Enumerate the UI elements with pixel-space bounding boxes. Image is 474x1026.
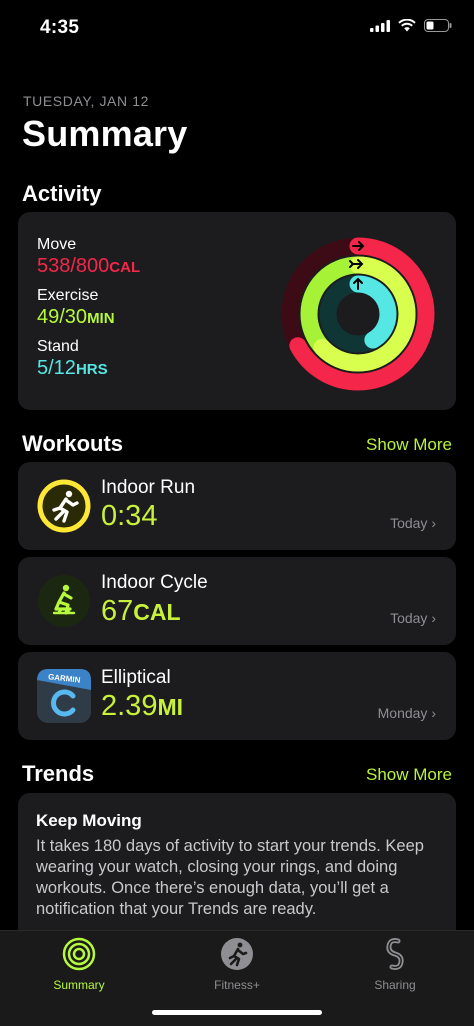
cellular-signal-icon xyxy=(370,19,390,32)
tab-fitness-plus[interactable]: Fitness+ xyxy=(182,937,292,992)
workout-value: 0:34 xyxy=(101,500,158,532)
workout-day: Monday › xyxy=(377,705,436,721)
trends-card-title: Keep Moving xyxy=(36,811,142,830)
tab-label: Sharing xyxy=(374,978,416,992)
chevron-right-icon: › xyxy=(431,610,436,626)
home-indicator[interactable] xyxy=(152,1010,322,1015)
tab-sharing[interactable]: Sharing xyxy=(340,937,450,992)
workouts-section-title: Workouts xyxy=(22,431,124,456)
workout-name: Indoor Run xyxy=(101,477,196,498)
page-title: Summary xyxy=(22,113,188,154)
activity-rings xyxy=(281,237,435,391)
trends-show-more-link[interactable]: Show More xyxy=(366,765,452,785)
workout-card-indoor-cycle[interactable]: Indoor Cycle 67CAL Today › xyxy=(18,557,456,645)
summary-rings-icon xyxy=(62,937,96,971)
fitness-plus-runner-icon xyxy=(221,938,253,970)
status-icons xyxy=(370,19,452,32)
workout-day: Today › xyxy=(390,515,436,531)
trends-section-title: Trends xyxy=(22,761,95,786)
cycling-figure-icon xyxy=(38,575,90,627)
tab-summary[interactable]: Summary xyxy=(24,937,134,992)
move-label: Move xyxy=(37,236,77,253)
workout-name: Elliptical xyxy=(101,667,171,688)
activity-card[interactable]: Move 538/800CAL Exercise 49/30MIN Stand … xyxy=(18,212,456,410)
sharing-icon xyxy=(386,938,404,970)
date-label: TUESDAY, JAN 12 xyxy=(23,93,149,109)
running-figure-icon xyxy=(37,479,91,533)
chevron-right-icon: › xyxy=(431,705,436,721)
workout-card-elliptical[interactable]: GARMIN Elliptical 2.39MI Monday › xyxy=(18,652,456,740)
tab-label: Fitness+ xyxy=(214,978,260,992)
workout-value: 2.39MI xyxy=(101,690,184,722)
workout-value: 67CAL xyxy=(101,595,181,627)
trends-card[interactable]: Keep Moving It takes 180 days of activit… xyxy=(18,793,456,953)
move-value: 538/800CAL xyxy=(37,255,141,277)
status-time: 4:35 xyxy=(40,17,80,38)
workout-day: Today › xyxy=(390,610,436,626)
stand-label: Stand xyxy=(37,338,79,355)
exercise-label: Exercise xyxy=(37,287,99,304)
wifi-icon xyxy=(398,19,416,32)
workout-card-indoor-run[interactable]: Indoor Run 0:34 Today › xyxy=(18,462,456,550)
stand-value: 5/12HRS xyxy=(37,357,108,379)
exercise-value: 49/30MIN xyxy=(37,306,115,328)
activity-section-title: Activity xyxy=(22,181,102,206)
workout-name: Indoor Cycle xyxy=(101,572,208,593)
workouts-show-more-link[interactable]: Show More xyxy=(366,435,452,455)
tab-label: Summary xyxy=(53,978,105,992)
chevron-right-icon: › xyxy=(431,515,436,531)
trends-card-text: It takes 180 days of activity to start y… xyxy=(36,837,424,918)
garmin-app-icon: GARMIN xyxy=(37,669,91,723)
battery-icon xyxy=(424,19,452,32)
